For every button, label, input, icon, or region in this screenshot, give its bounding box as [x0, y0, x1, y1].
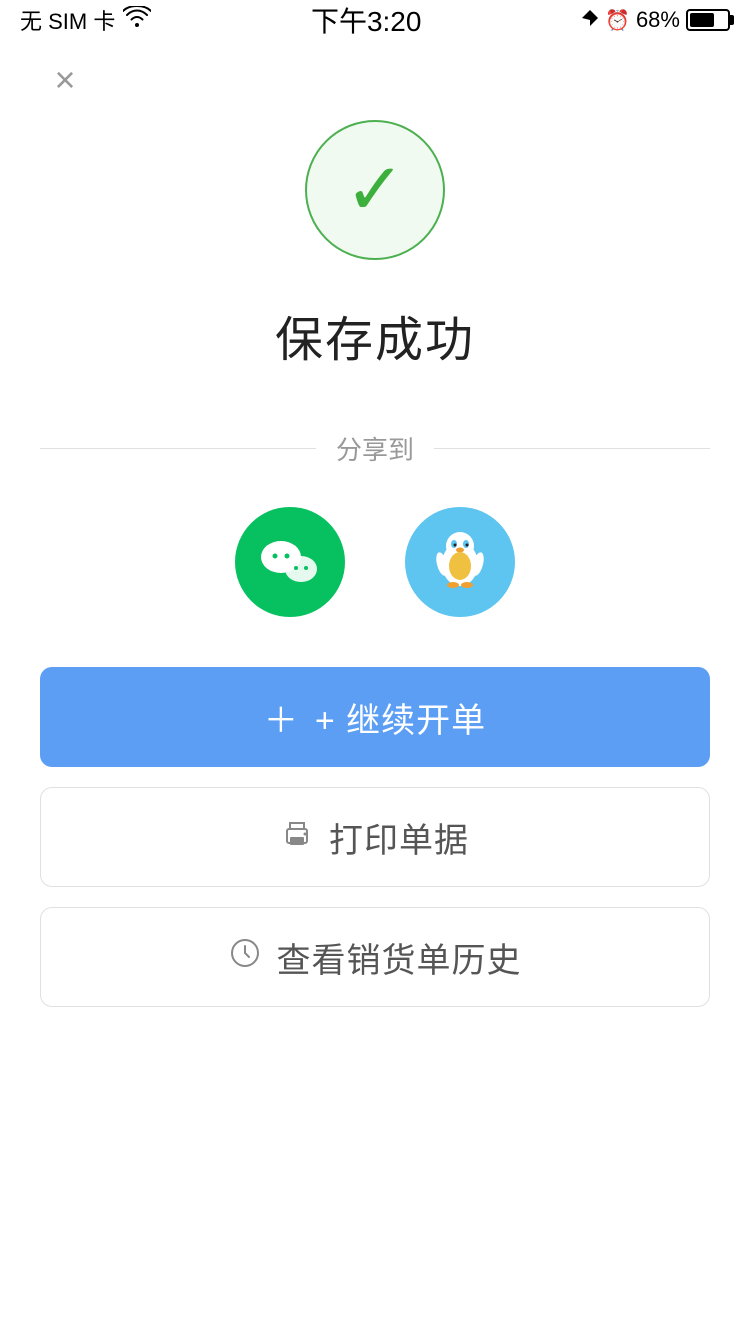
qq-share-button[interactable]: [405, 507, 515, 617]
status-bar: 无 SIM 卡 下午3:20 ⏰ 68%: [0, 0, 750, 40]
print-label: 打印单据: [329, 813, 469, 862]
wifi-icon: [123, 6, 151, 34]
share-divider-row: 分享到: [0, 430, 750, 467]
close-button[interactable]: ×: [40, 55, 90, 105]
continue-button[interactable]: ＋ + 继续开单: [40, 667, 710, 767]
wechat-icon: [255, 527, 325, 597]
success-circle: ✓: [305, 120, 445, 260]
status-left: 无 SIM 卡: [20, 4, 151, 36]
qq-icon: [426, 528, 494, 596]
share-label: 分享到: [316, 430, 434, 467]
history-label: 查看销货单历史: [277, 933, 522, 982]
action-buttons: ＋ + 继续开单 打印单据 查看销货单历: [0, 667, 750, 1007]
close-icon: ×: [54, 59, 75, 101]
share-section: 分享到: [0, 430, 750, 617]
battery-icon: [686, 9, 730, 31]
continue-label: + 继续开单: [315, 693, 486, 742]
wechat-share-button[interactable]: [235, 507, 345, 617]
history-button[interactable]: 查看销货单历史: [40, 907, 710, 1007]
status-right: ⏰ 68%: [581, 6, 730, 34]
printer-icon: [281, 817, 313, 857]
share-icons-row: [235, 507, 515, 617]
divider-right: [434, 448, 710, 449]
history-icon: [229, 937, 261, 977]
divider-left: [40, 448, 316, 449]
sim-status: 无 SIM 卡: [20, 4, 115, 36]
status-time: 下午3:20: [311, 0, 422, 40]
alarm-icon: ⏰: [605, 8, 630, 33]
print-button[interactable]: 打印单据: [40, 787, 710, 887]
main-content: ✓ 保存成功 分享到: [0, 40, 750, 1007]
success-title: 保存成功: [275, 300, 475, 370]
plus-icon: ＋: [264, 693, 299, 742]
checkmark-icon: ✓: [345, 154, 405, 226]
battery-percent: 68%: [636, 7, 680, 33]
location-icon: [581, 6, 599, 34]
